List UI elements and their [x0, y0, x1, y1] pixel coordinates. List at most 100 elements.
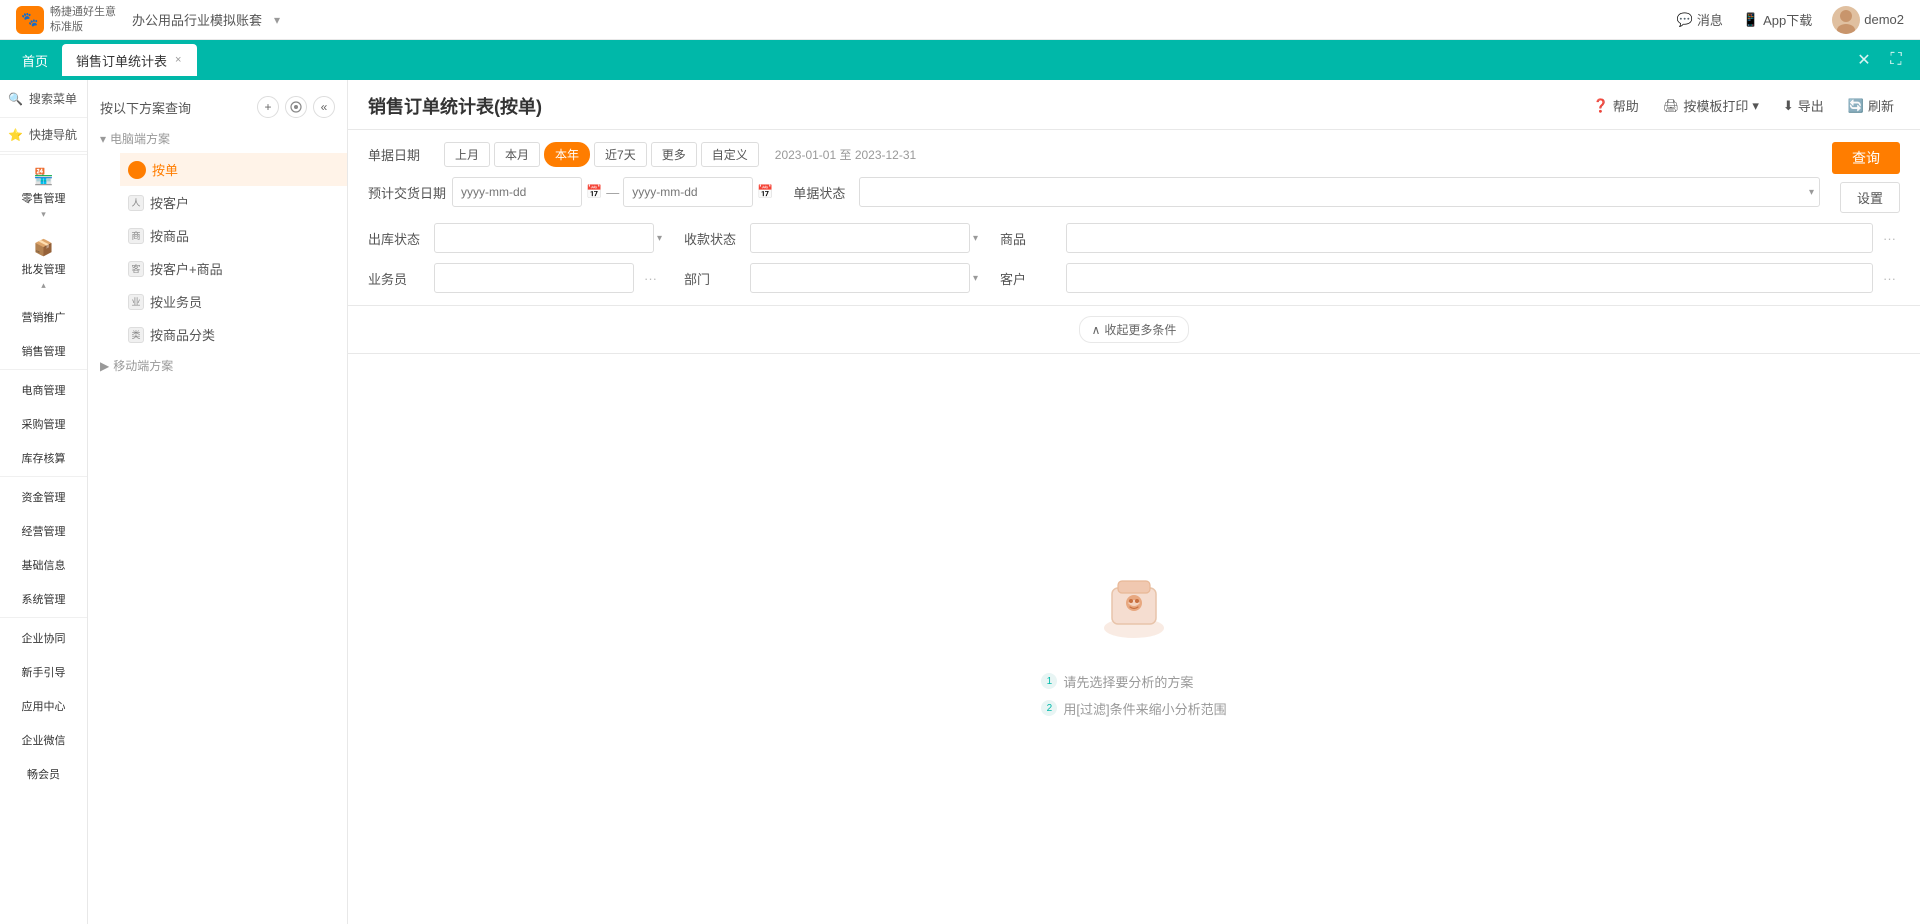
pc-scheme-group[interactable]: ▾ 电脑端方案: [88, 124, 347, 153]
salesperson-input[interactable]: [434, 263, 634, 293]
top-title-arrow[interactable]: ▾: [274, 13, 280, 27]
empty-illustration: [1084, 553, 1184, 656]
tree-item-by-customer[interactable]: 人 按客户: [120, 186, 347, 219]
bill-status-select-wrap: ▾: [859, 177, 1820, 207]
tree-item-by-cust-prod[interactable]: 客 按客户+商品: [120, 252, 347, 285]
message-btn[interactable]: 💬 消息: [1677, 10, 1723, 29]
filter-row-1: 单据日期 上月 本月 本年 近7天 更多 自定义 2023-01-01 至 20…: [368, 142, 1820, 207]
user-profile[interactable]: demo2: [1832, 6, 1904, 34]
date-range-text: 2023-01-01 至 2023-12-31: [775, 146, 916, 163]
sidebar-item-operations[interactable]: 经营管理: [0, 513, 87, 547]
print-btn[interactable]: 🖨 按模板打印 ▾: [1657, 92, 1765, 119]
tree-item-by-category[interactable]: 类 按商品分类: [120, 318, 347, 351]
by-customer-icon: 人: [128, 195, 144, 211]
expand-icon: ▾: [100, 132, 106, 146]
tree-item-by-product[interactable]: 商 按商品: [120, 219, 347, 252]
top-bar-right: 💬 消息 📱 App下载 demo2: [1677, 6, 1904, 34]
by-category-icon: 类: [128, 327, 144, 343]
tab-home[interactable]: 首页: [8, 44, 62, 76]
add-scheme-btn[interactable]: +: [257, 96, 279, 118]
sidebar-item-retail[interactable]: 🏪 零售管理 ▾: [0, 157, 87, 228]
top-title: 办公用品行业模拟账套: [132, 10, 262, 29]
settings-btn[interactable]: 设置: [1840, 182, 1900, 213]
search-icon: 🔍: [8, 92, 23, 106]
cal-from-icon[interactable]: 📅: [586, 184, 602, 200]
collapse-conditions-btn[interactable]: ∧ 收起更多条件: [1079, 316, 1190, 343]
bill-date-label: 单据日期: [368, 145, 428, 164]
left-panel-header: 按以下方案查询 + «: [88, 90, 347, 124]
mobile-scheme-group[interactable]: ▶ 移动端方案: [88, 351, 347, 380]
sidebar-item-system[interactable]: 系统管理: [0, 581, 87, 615]
date-buttons-group: 上月 本月 本年 近7天 更多 自定义: [444, 142, 759, 167]
customer-dots-btn[interactable]: ···: [1879, 271, 1900, 286]
sidebar-item-purchase[interactable]: 采购管理: [0, 406, 87, 440]
department-select-wrap: ▾: [750, 263, 984, 293]
sidebar-item-inventory[interactable]: 库存核算: [0, 440, 87, 474]
payment-status-filter: 收款状态 ▾: [684, 223, 984, 253]
empty-tip-1: 1 请先选择要分析的方案: [1041, 672, 1226, 691]
top-bar: 🐾 畅捷通好生意 标准版 办公用品行业模拟账套 ▾ 💬 消息 📱 App下载 d…: [0, 0, 1920, 40]
tab-bar: 首页 销售订单统计表 × ✕ ⛶: [0, 40, 1920, 80]
edit-scheme-btn[interactable]: [285, 96, 307, 118]
date-btn-custom[interactable]: 自定义: [701, 142, 759, 167]
sidebar-search[interactable]: 🔍 搜索菜单: [0, 80, 87, 118]
tab-bar-right: ✕ ⛶: [1852, 48, 1908, 72]
sidebar-quick-nav[interactable]: ⭐ 快捷导航: [0, 118, 87, 152]
tab-sales-order-stats[interactable]: 销售订单统计表 ×: [62, 44, 197, 76]
date-btn-last-month[interactable]: 上月: [444, 142, 490, 167]
app-download-btn[interactable]: 📱 App下载: [1743, 10, 1812, 29]
bill-date-row: 单据日期 上月 本月 本年 近7天 更多 自定义 2023-01-01 至 20…: [368, 142, 1820, 167]
page-header: 销售订单统计表(按单) ❓ 帮助 🖨 按模板打印 ▾ ⬇ 导出: [348, 80, 1920, 130]
date-btn-this-year[interactable]: 本年: [544, 142, 590, 167]
tree-item-by-salesperson[interactable]: 业 按业务员: [120, 285, 347, 318]
sidebar-item-enterprise[interactable]: 企业协同: [0, 620, 87, 654]
cal-to-icon[interactable]: 📅: [757, 184, 773, 200]
export-btn[interactable]: ⬇ 导出: [1777, 92, 1830, 119]
help-btn[interactable]: ❓ 帮助: [1587, 92, 1645, 119]
sidebar: 🔍 搜索菜单 ⭐ 快捷导航 🏪 零售管理 ▾ 📦 批发管理 ▴ 营销推广 销售管…: [0, 80, 88, 924]
salesperson-label: 业务员: [368, 269, 428, 288]
left-panel-actions: + «: [257, 96, 335, 118]
customer-label: 客户: [1000, 269, 1060, 288]
sidebar-item-weixin[interactable]: 企业微信: [0, 722, 87, 756]
product-dots-btn[interactable]: ···: [1879, 231, 1900, 246]
sidebar-item-wholesale[interactable]: 📦 批发管理 ▴: [0, 228, 87, 299]
tree-item-by-order[interactable]: 按单: [120, 153, 347, 186]
tab-close-window-btn[interactable]: ✕: [1852, 48, 1876, 72]
sidebar-item-ecommerce[interactable]: 电商管理: [0, 372, 87, 406]
refresh-btn[interactable]: 🔄 刷新: [1842, 92, 1900, 119]
date-btn-this-month[interactable]: 本月: [494, 142, 540, 167]
query-btn-group: 查询 设置: [1832, 142, 1900, 213]
collapse-panel-btn[interactable]: «: [313, 96, 335, 118]
customer-input[interactable]: [1066, 263, 1873, 293]
product-input[interactable]: [1066, 223, 1873, 253]
tip-num-2: 2: [1041, 700, 1057, 716]
expected-date-from[interactable]: [452, 177, 582, 207]
logo-icon: 🐾: [16, 6, 44, 34]
sidebar-item-finance[interactable]: 资金管理: [0, 479, 87, 513]
sidebar-item-apps[interactable]: 应用中心: [0, 688, 87, 722]
payment-status-select[interactable]: [750, 223, 970, 253]
refresh-icon: 🔄: [1848, 98, 1864, 114]
delivery-status-select[interactable]: [434, 223, 654, 253]
query-btn[interactable]: 查询: [1832, 142, 1900, 174]
delivery-status-filter: 出库状态 ▾: [368, 223, 668, 253]
department-select[interactable]: [750, 263, 970, 293]
department-label: 部门: [684, 269, 744, 288]
sidebar-item-member[interactable]: 畅会员: [0, 756, 87, 790]
expected-date-to[interactable]: [623, 177, 753, 207]
date-btn-more[interactable]: 更多: [651, 142, 697, 167]
sidebar-item-newbie[interactable]: 新手引导: [0, 654, 87, 688]
bill-status-select[interactable]: [859, 177, 1820, 207]
message-icon: 💬: [1677, 12, 1693, 28]
tab-maximize-btn[interactable]: ⛶: [1884, 48, 1908, 72]
sidebar-item-base[interactable]: 基础信息: [0, 547, 87, 581]
salesperson-dots-btn[interactable]: ···: [640, 271, 661, 286]
export-icon: ⬇: [1783, 98, 1794, 114]
sidebar-item-sales[interactable]: 销售管理: [0, 333, 87, 367]
salesperson-filter: 业务员 ···: [368, 263, 668, 293]
date-btn-last-7-days[interactable]: 近7天: [594, 142, 647, 167]
tab-close-btn[interactable]: ×: [173, 52, 183, 68]
empty-tips: 1 请先选择要分析的方案 2 用[过滤]条件来缩小分析范围: [1041, 672, 1226, 726]
sidebar-item-marketing[interactable]: 营销推广: [0, 299, 87, 333]
